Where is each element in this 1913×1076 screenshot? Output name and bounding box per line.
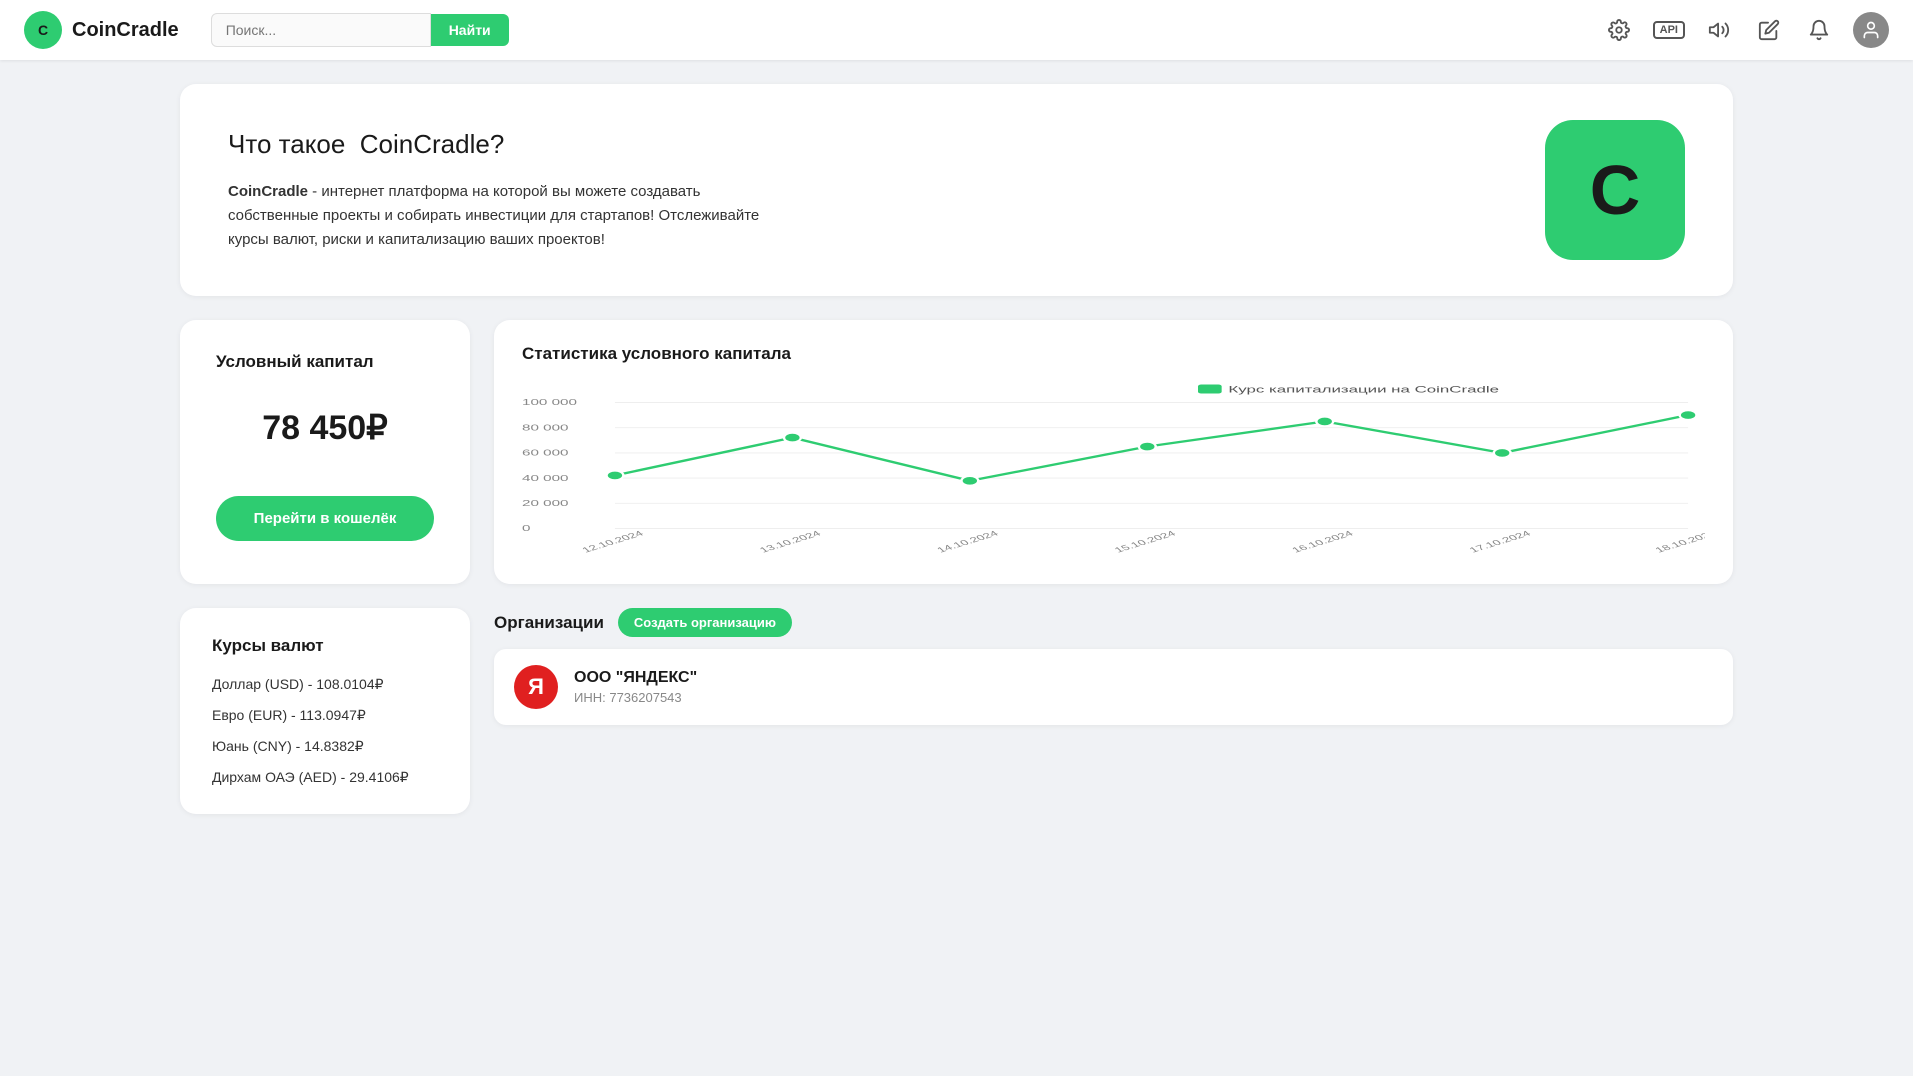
currency-card: Курсы валют Доллар (USD) - 108.0104₽ Евр… <box>180 608 470 814</box>
bell-icon[interactable] <box>1803 14 1835 46</box>
svg-text:20 000: 20 000 <box>522 499 569 508</box>
org-avatar: Я <box>514 665 558 709</box>
currency-title: Курсы валют <box>212 636 438 656</box>
speaker-icon[interactable] <box>1703 14 1735 46</box>
header: C CoinCradle Найти API <box>0 0 1913 60</box>
user-avatar[interactable] <box>1853 12 1889 48</box>
list-item: Юань (CNY) - 14.8382₽ <box>212 738 438 755</box>
svg-text:14.10.2024: 14.10.2024 <box>935 530 1001 555</box>
svg-text:15.10.2024: 15.10.2024 <box>1112 530 1178 555</box>
search-button[interactable]: Найти <box>431 14 509 46</box>
svg-text:40 000: 40 000 <box>522 473 569 482</box>
chart-title: Статистика условного капитала <box>522 344 1705 364</box>
middle-row: Условный капитал 78 450₽ Перейти в кошел… <box>180 320 1733 584</box>
chart-area: Курс капитализации на CoinCradle 100 000… <box>522 380 1705 560</box>
svg-text:13.10.2024: 13.10.2024 <box>757 530 823 555</box>
org-inn: ИНН: 7736207543 <box>574 690 697 705</box>
org-name: ООО "ЯНДЕКС" <box>574 669 697 687</box>
svg-text:12.10.2024: 12.10.2024 <box>580 530 646 555</box>
currency-list: Доллар (USD) - 108.0104₽ Евро (EUR) - 11… <box>212 676 438 786</box>
org-info: ООО "ЯНДЕКС" ИНН: 7736207543 <box>574 669 697 705</box>
main-content: Что такое CoinCradle? CoinCradle - интер… <box>0 60 1913 838</box>
list-item: Дирхам ОАЭ (AED) - 29.4106₽ <box>212 769 438 786</box>
logo-text: CoinCradle <box>72 19 179 42</box>
api-badge[interactable]: API <box>1653 21 1685 39</box>
chart-card: Статистика условного капитала Курс капит… <box>494 320 1733 584</box>
intro-logo-letter: C <box>1590 150 1641 230</box>
logo-icon: C <box>24 11 62 49</box>
capital-amount: 78 450₽ <box>216 408 434 448</box>
svg-text:60 000: 60 000 <box>522 448 569 457</box>
settings-icon[interactable] <box>1603 14 1635 46</box>
orgs-header: Организации Создать организацию <box>494 608 1733 637</box>
intro-title: Что такое CoinCradle? <box>228 129 788 160</box>
search-input[interactable] <box>211 13 431 47</box>
create-org-button[interactable]: Создать организацию <box>618 608 792 637</box>
capital-card: Условный капитал 78 450₽ Перейти в кошел… <box>180 320 470 584</box>
orgs-title: Организации <box>494 613 604 633</box>
intro-text: Что такое CoinCradle? CoinCradle - интер… <box>228 129 788 252</box>
logo[interactable]: C CoinCradle <box>24 11 179 49</box>
wallet-button[interactable]: Перейти в кошелёк <box>216 496 434 541</box>
intro-description: CoinCradle - интернет платформа на котор… <box>228 180 788 252</box>
list-item: Евро (EUR) - 113.0947₽ <box>212 707 438 724</box>
org-item[interactable]: Я ООО "ЯНДЕКС" ИНН: 7736207543 <box>494 649 1733 725</box>
list-item: Доллар (USD) - 108.0104₽ <box>212 676 438 693</box>
svg-text:80 000: 80 000 <box>522 423 569 432</box>
svg-text:Курс капитализации на CoinCrad: Курс капитализации на CoinCradle <box>1228 385 1499 395</box>
intro-logo: C <box>1545 120 1685 260</box>
header-icons: API <box>1603 12 1889 48</box>
intro-card: Что такое CoinCradle? CoinCradle - интер… <box>180 84 1733 296</box>
edit-icon[interactable] <box>1753 14 1785 46</box>
svg-text:18.10.2024: 18.10.2024 <box>1653 530 1705 555</box>
svg-text:C: C <box>38 22 48 38</box>
capital-title: Условный капитал <box>216 352 434 372</box>
chart-svg: Курс капитализации на CoinCradle 100 000… <box>522 380 1705 560</box>
svg-text:100 000: 100 000 <box>522 398 577 407</box>
organizations-card: Организации Создать организацию Я ООО "Я… <box>494 608 1733 814</box>
bottom-row: Курсы валют Доллар (USD) - 108.0104₽ Евр… <box>180 608 1733 814</box>
svg-text:16.10.2024: 16.10.2024 <box>1290 530 1356 555</box>
svg-text:0: 0 <box>522 524 531 533</box>
search-container: Найти <box>211 13 509 47</box>
svg-text:17.10.2024: 17.10.2024 <box>1467 530 1533 555</box>
